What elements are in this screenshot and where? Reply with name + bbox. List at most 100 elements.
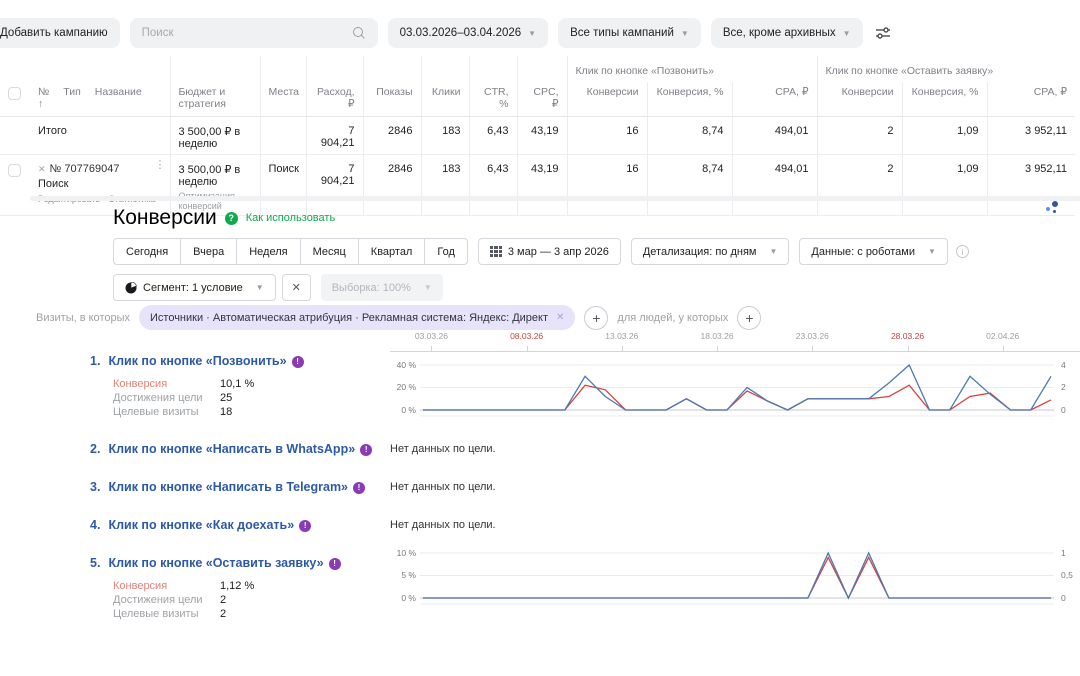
info-icon[interactable]: i (956, 245, 969, 258)
report-controls: Сегодня Вчера Неделя Месяц Квартал Год 3… (113, 238, 969, 265)
visits-filter-row: Визиты, в которых Источники · Автоматиче… (36, 305, 761, 330)
column-header-goal1-rate[interactable]: Конверсия, % (647, 82, 732, 117)
goal-name: Клик по кнопке «Написать в Telegram» (108, 480, 348, 494)
date-range-filter[interactable]: 03.03.2026–03.04.2026 ▼ (388, 18, 548, 48)
totals-ctr: 6,43 (469, 117, 517, 155)
goal-4-link[interactable]: 4.Клик по кнопке «Как доехать»! (90, 518, 390, 532)
add-people-condition-button[interactable]: + (737, 306, 761, 330)
goal-badge-icon[interactable]: ! (353, 482, 365, 494)
search-field[interactable] (130, 18, 378, 48)
totals-goal2-cpa: 3 952,11 (987, 117, 1075, 155)
goal-name: Клик по кнопке «Оставить заявку» (108, 556, 323, 570)
chart-left-axis: 40 % 20 % 0 % (390, 358, 420, 418)
column-header-budget[interactable]: Бюджет и стратегия (170, 82, 260, 117)
report-date-range-button[interactable]: 3 мар — 3 апр 2026 (478, 238, 621, 265)
column-header-cpc[interactable]: CPC, ₽ (517, 82, 567, 117)
goal-5-link[interactable]: 5. Клик по кнопке «Оставить заявку»! (90, 556, 390, 570)
goal-1-link[interactable]: 1.Клик по кнопке «Позвонить»! (90, 354, 390, 368)
column-header-goal1-conversions[interactable]: Конверсии (567, 82, 647, 117)
goal-badge-icon[interactable]: ! (292, 356, 304, 368)
conversion-value: 1,12 % (220, 580, 254, 593)
chevron-down-icon: ▼ (769, 247, 777, 256)
campaign-stopped-icon: ✕ (38, 164, 46, 174)
data-mode-value: Данные: с роботами (811, 246, 915, 258)
chart-left-axis: 10 % 5 % 0 % (390, 546, 420, 606)
tab-month[interactable]: Месяц (300, 238, 359, 265)
detail-select[interactable]: Детализация: по дням ▼ (631, 238, 790, 265)
archive-filter[interactable]: Все, кроме архивных ▼ (711, 18, 863, 48)
campaign-id-link[interactable]: № 707769047 (50, 163, 120, 175)
chevron-down-icon: ▼ (256, 283, 264, 292)
conversions-title: Конверсии (113, 206, 217, 230)
column-header-name[interactable]: №ТипНазвание ↑ (30, 82, 170, 117)
axis-date-label: 28.03.26 (891, 331, 924, 341)
column-header-goal2-rate[interactable]: Конверсия, % (902, 82, 987, 117)
group-header-goal1: Клик по кнопке «Позвонить» (567, 56, 817, 82)
axis-date-label: 03.03.26 (415, 331, 448, 341)
columns-settings-icon[interactable] (875, 25, 891, 41)
campaign-clicks: 183 (421, 155, 469, 216)
tab-week[interactable]: Неделя (236, 238, 300, 265)
goal-badge-icon[interactable]: ! (329, 558, 341, 570)
kebab-menu-icon[interactable]: ⋮ (155, 163, 166, 167)
archive-filter-value: Все, кроме архивных (723, 27, 836, 39)
chevron-down-icon: ▼ (528, 29, 536, 38)
column-header-impressions[interactable]: Показы (363, 82, 421, 117)
add-campaign-button[interactable]: Добавить кампанию (0, 18, 120, 48)
add-visit-condition-button[interactable]: + (584, 306, 608, 330)
report-date-range-value: 3 мар — 3 апр 2026 (508, 246, 609, 258)
column-header-goal1-cpa[interactable]: CPA, ₽ (732, 82, 817, 117)
column-header-clicks[interactable]: Клики (421, 82, 469, 117)
goal-number: 5. (90, 556, 100, 570)
table-group-header-row: Клик по кнопке «Позвонить» Клик по кнопк… (0, 56, 1075, 82)
data-mode-select[interactable]: Данные: с роботами ▼ (799, 238, 947, 265)
campaign-type-value: Все типы кампаний (570, 27, 674, 39)
goals-list: 1.Клик по кнопке «Позвонить»! Конверсия1… (90, 354, 1080, 622)
axis-date-label: 08.03.26 (510, 331, 543, 341)
goal-number: 1. (90, 354, 100, 368)
totals-goal1-cpa: 494,01 (732, 117, 817, 155)
tab-quarter[interactable]: Квартал (358, 238, 426, 265)
how-to-use-link[interactable]: Как использовать (246, 212, 335, 224)
no-data-text: Нет данных по цели. (390, 442, 1080, 455)
goal-row-3: 3.Клик по кнопке «Написать в Telegram»! … (90, 480, 1080, 518)
campaign-type-filter[interactable]: Все типы кампаний ▼ (558, 18, 701, 48)
reaches-value: 25 (220, 392, 232, 405)
chart-right-axis: 1 0,5 0 (1054, 546, 1080, 606)
tab-yesterday[interactable]: Вчера (180, 238, 237, 265)
search-input[interactable] (142, 27, 342, 39)
widget-sparkle-icon[interactable] (1044, 200, 1060, 216)
reaches-value: 2 (220, 594, 226, 607)
column-header-ctr[interactable]: CTR, % (469, 82, 517, 117)
goal-row-5: 5.Клик по кнопке «Оставить заявку»! Конв… (90, 556, 1080, 622)
help-question-icon[interactable]: ? (225, 212, 238, 225)
goal-badge-icon[interactable]: ! (360, 444, 372, 456)
segment-condition-tag[interactable]: Источники · Автоматическая атрибуция · Р… (139, 305, 575, 330)
column-header-goal2-cpa[interactable]: CPA, ₽ (987, 82, 1075, 117)
clear-segment-button[interactable]: ✕ (282, 274, 311, 301)
reaches-label: Достижения цели (113, 392, 220, 405)
goal-badge-icon[interactable]: ! (299, 520, 311, 532)
sampling-button[interactable]: Выборка: 100% ▼ (321, 274, 443, 301)
totals-cpc: 43,19 (517, 117, 567, 155)
conversion-value: 10,1 % (220, 378, 254, 391)
column-header-goal2-conversions[interactable]: Конверсии (817, 82, 902, 117)
campaign-goal1-cpa: 494,01 (732, 155, 817, 216)
goal-2-link[interactable]: 2.Клик по кнопке «Написать в WhatsApp»! (90, 442, 390, 456)
campaign-checkbox[interactable] (8, 164, 21, 177)
tab-year[interactable]: Год (424, 238, 468, 265)
tab-today[interactable]: Сегодня (113, 238, 181, 265)
totals-impressions: 2846 (363, 117, 421, 155)
column-header-places[interactable]: Места (260, 82, 306, 117)
campaigns-table: Клик по кнопке «Позвонить» Клик по кнопк… (0, 56, 1075, 216)
select-all-checkbox[interactable] (8, 87, 21, 100)
goal-number: 3. (90, 480, 100, 494)
remove-tag-icon[interactable]: ✕ (556, 312, 564, 323)
goal-3-link[interactable]: 3. Клик по кнопке «Написать в Telegram»! (90, 480, 390, 494)
column-header-cost[interactable]: Расход, ₽ (306, 82, 363, 117)
goal-1-metrics: Конверсия10,1 % Достижения цели25 Целевы… (113, 378, 390, 419)
campaigns-toolbar: Добавить кампанию 03.03.2026–03.04.2026 … (0, 18, 891, 48)
campaign-cpc: 43,19 (517, 155, 567, 216)
axis-date-label: 23.03.26 (796, 331, 829, 341)
segment-button[interactable]: Сегмент: 1 условие ▼ (113, 274, 276, 301)
